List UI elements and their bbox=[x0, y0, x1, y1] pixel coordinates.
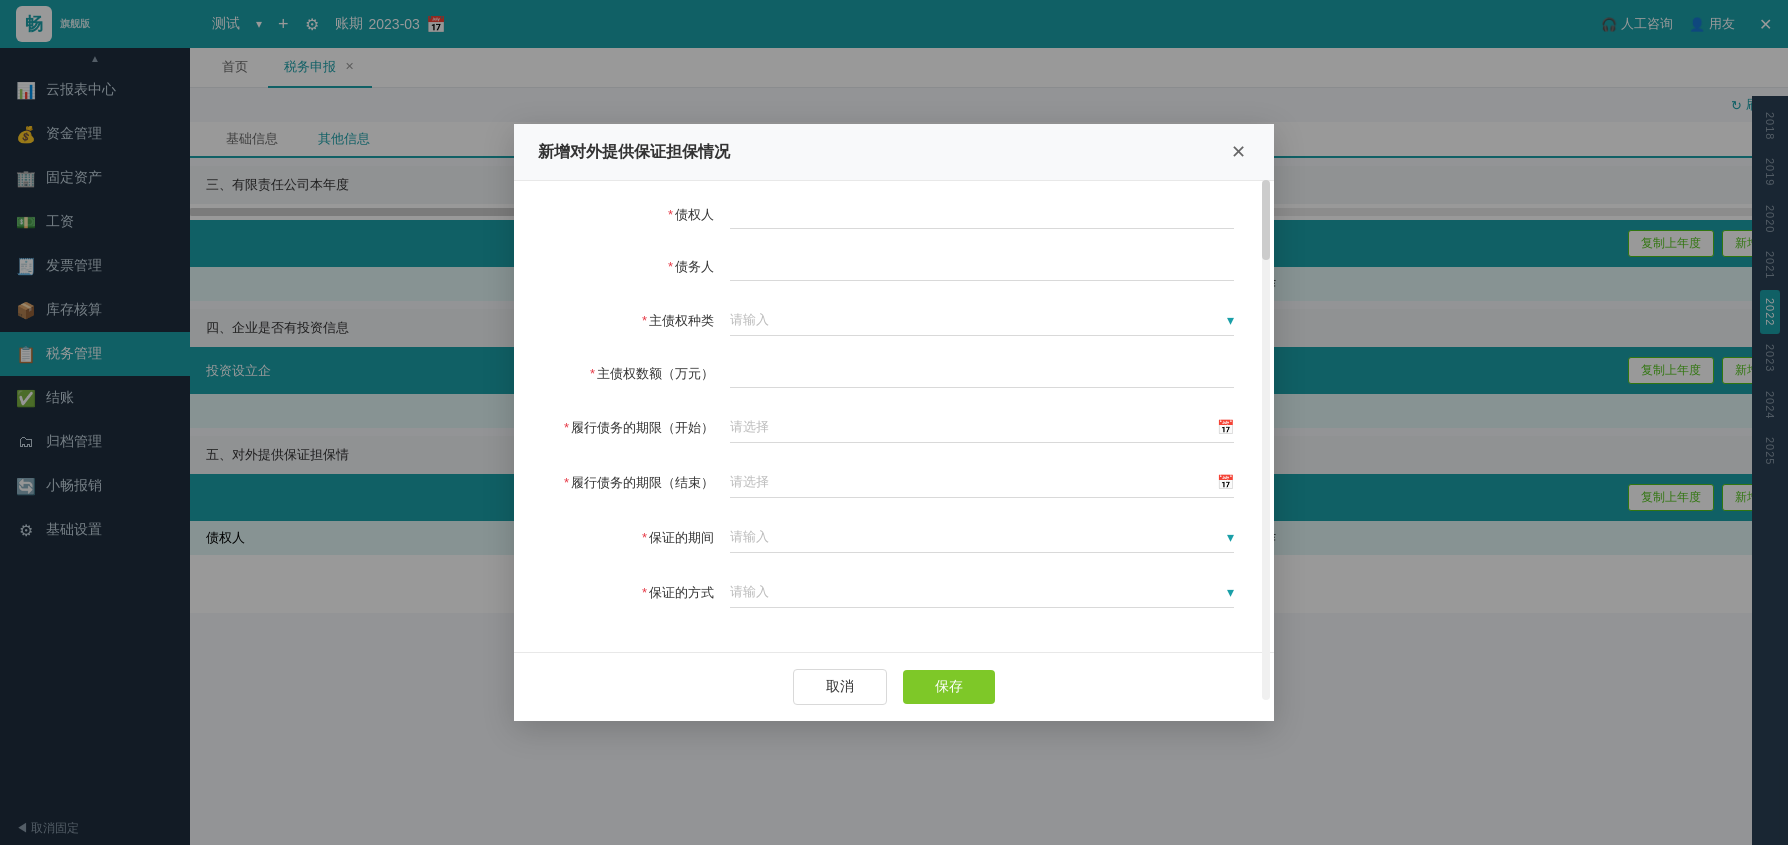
perform-start-picker[interactable]: 请选择 📅 bbox=[730, 412, 1234, 443]
guarantee-method-placeholder: 请输入 bbox=[730, 583, 769, 601]
cancel-button[interactable]: 取消 bbox=[793, 669, 887, 705]
modal-close-button[interactable]: ✕ bbox=[1226, 140, 1250, 164]
debtor-label: *债务人 bbox=[554, 258, 714, 276]
form-row-perform-end: *履行债务的期限（结束） 请选择 📅 bbox=[554, 467, 1234, 498]
calendar-start-icon: 📅 bbox=[1217, 419, 1234, 435]
guarantee-period-arrow-icon: ▾ bbox=[1227, 529, 1234, 545]
form-row-principal-amount: *主债权数额（万元） bbox=[554, 360, 1234, 388]
creditor-label: *债权人 bbox=[554, 206, 714, 224]
principal-type-arrow-icon: ▾ bbox=[1227, 312, 1234, 328]
modal-title: 新增对外提供保证担保情况 bbox=[538, 142, 730, 163]
form-row-guarantee-method: *保证的方式 请输入 ▾ bbox=[554, 577, 1234, 608]
guarantee-period-placeholder: 请输入 bbox=[730, 528, 769, 546]
perform-end-placeholder: 请选择 bbox=[730, 473, 769, 491]
form-row-creditor: *债权人 bbox=[554, 201, 1234, 229]
modal-scrollbar[interactable] bbox=[1262, 180, 1270, 700]
guarantee-period-select[interactable]: 请输入 ▾ bbox=[730, 522, 1234, 553]
perform-end-label: *履行债务的期限（结束） bbox=[554, 474, 714, 492]
guarantee-method-arrow-icon: ▾ bbox=[1227, 584, 1234, 600]
principal-type-label: *主债权种类 bbox=[554, 312, 714, 330]
modal-dialog: 新增对外提供保证担保情况 ✕ *债权人 *债务人 * bbox=[514, 124, 1274, 721]
guarantee-period-label: *保证的期间 bbox=[554, 529, 714, 547]
perform-start-placeholder: 请选择 bbox=[730, 418, 769, 436]
modal-overlay: 新增对外提供保证担保情况 ✕ *债权人 *债务人 * bbox=[0, 0, 1788, 845]
calendar-end-icon: 📅 bbox=[1217, 474, 1234, 490]
form-row-perform-start: *履行债务的期限（开始） 请选择 📅 bbox=[554, 412, 1234, 443]
guarantee-method-label: *保证的方式 bbox=[554, 584, 714, 602]
form-row-guarantee-period: *保证的期间 请输入 ▾ bbox=[554, 522, 1234, 553]
save-button[interactable]: 保存 bbox=[903, 670, 995, 704]
principal-type-select[interactable]: 请输入 ▾ bbox=[730, 305, 1234, 336]
modal-body: *债权人 *债务人 *主债权种类 请输入 ▾ bbox=[514, 181, 1274, 652]
form-row-principal-type: *主债权种类 请输入 ▾ bbox=[554, 305, 1234, 336]
creditor-input[interactable] bbox=[730, 201, 1234, 229]
perform-start-label: *履行债务的期限（开始） bbox=[554, 419, 714, 437]
form-row-debtor: *债务人 bbox=[554, 253, 1234, 281]
principal-amount-input[interactable] bbox=[730, 360, 1234, 388]
principal-type-placeholder: 请输入 bbox=[730, 311, 769, 329]
debtor-input[interactable] bbox=[730, 253, 1234, 281]
perform-end-picker[interactable]: 请选择 📅 bbox=[730, 467, 1234, 498]
modal-header: 新增对外提供保证担保情况 ✕ bbox=[514, 124, 1274, 181]
principal-amount-label: *主债权数额（万元） bbox=[554, 365, 714, 383]
modal-scrollbar-thumb bbox=[1262, 180, 1270, 260]
modal-footer: 取消 保存 bbox=[514, 652, 1274, 721]
guarantee-method-select[interactable]: 请输入 ▾ bbox=[730, 577, 1234, 608]
